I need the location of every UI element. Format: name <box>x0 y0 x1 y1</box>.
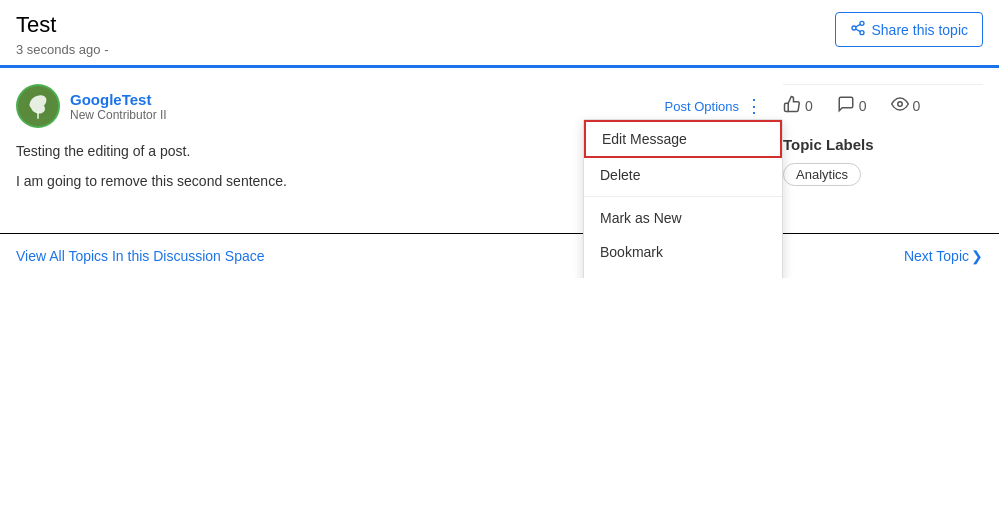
svg-point-2 <box>860 31 864 35</box>
share-icon <box>850 20 866 39</box>
page-title: Test <box>16 12 109 38</box>
edit-message-item[interactable]: Edit Message <box>584 120 782 158</box>
bookmark-item[interactable]: Bookmark <box>584 235 782 269</box>
post-author: GoogleTest New Contributor II <box>16 84 167 128</box>
svg-line-3 <box>855 29 860 32</box>
svg-point-0 <box>860 21 864 25</box>
post-options-dropdown: Edit Message Delete Mark as New Bookmark… <box>583 119 783 278</box>
share-topic-button[interactable]: Share this topic <box>835 12 984 47</box>
svg-point-1 <box>852 26 856 30</box>
views-count: 0 <box>891 95 921 116</box>
post-area: GoogleTest New Contributor II Post Optio… <box>16 84 763 209</box>
likes-value: 0 <box>805 98 813 114</box>
comment-icon <box>837 95 855 116</box>
next-topic-label: Next Topic <box>904 248 969 264</box>
avatar <box>16 84 60 128</box>
post-reactions: 0 0 0 <box>783 84 983 116</box>
main-content: GoogleTest New Contributor II Post Optio… <box>0 68 999 225</box>
svg-line-4 <box>855 24 860 27</box>
view-icon <box>891 95 909 116</box>
topic-labels-title: Topic Labels <box>783 136 983 153</box>
svg-point-9 <box>897 102 902 107</box>
author-role: New Contributor II <box>70 108 167 122</box>
post-header: GoogleTest New Contributor II Post Optio… <box>16 84 763 128</box>
post-options-dots-icon[interactable]: ⋮ <box>745 95 763 117</box>
view-all-topics-link[interactable]: View All Topics In this Discussion Space <box>16 248 265 264</box>
page-header: Test 3 seconds ago - Share this topic <box>0 0 999 68</box>
right-sidebar: 0 0 0 Topic Labels <box>783 84 983 209</box>
like-icon <box>783 95 801 116</box>
post-options-link[interactable]: Post Options <box>665 99 739 114</box>
next-topic-chevron-icon: ❯ <box>971 248 983 264</box>
author-info: GoogleTest New Contributor II <box>70 91 167 122</box>
views-value: 0 <box>913 98 921 114</box>
next-topic-link[interactable]: Next Topic ❯ <box>904 248 983 264</box>
comments-value: 0 <box>859 98 867 114</box>
post-options-area[interactable]: Post Options ⋮ Edit Message Delete Mark … <box>665 95 763 117</box>
page-subtitle: 3 seconds ago - <box>16 42 109 57</box>
analytics-label[interactable]: Analytics <box>783 163 861 186</box>
delete-item[interactable]: Delete <box>584 158 782 192</box>
dropdown-divider-1 <box>584 196 782 197</box>
header-left: Test 3 seconds ago - <box>16 12 109 57</box>
subscribe-item[interactable]: Subscribe <box>584 269 782 278</box>
mark-as-new-item[interactable]: Mark as New <box>584 201 782 235</box>
comments-count: 0 <box>837 95 867 116</box>
author-name[interactable]: GoogleTest <box>70 91 167 108</box>
share-button-label: Share this topic <box>872 22 969 38</box>
bottom-bar: View All Topics In this Discussion Space… <box>0 233 999 278</box>
likes-count[interactable]: 0 <box>783 95 813 116</box>
